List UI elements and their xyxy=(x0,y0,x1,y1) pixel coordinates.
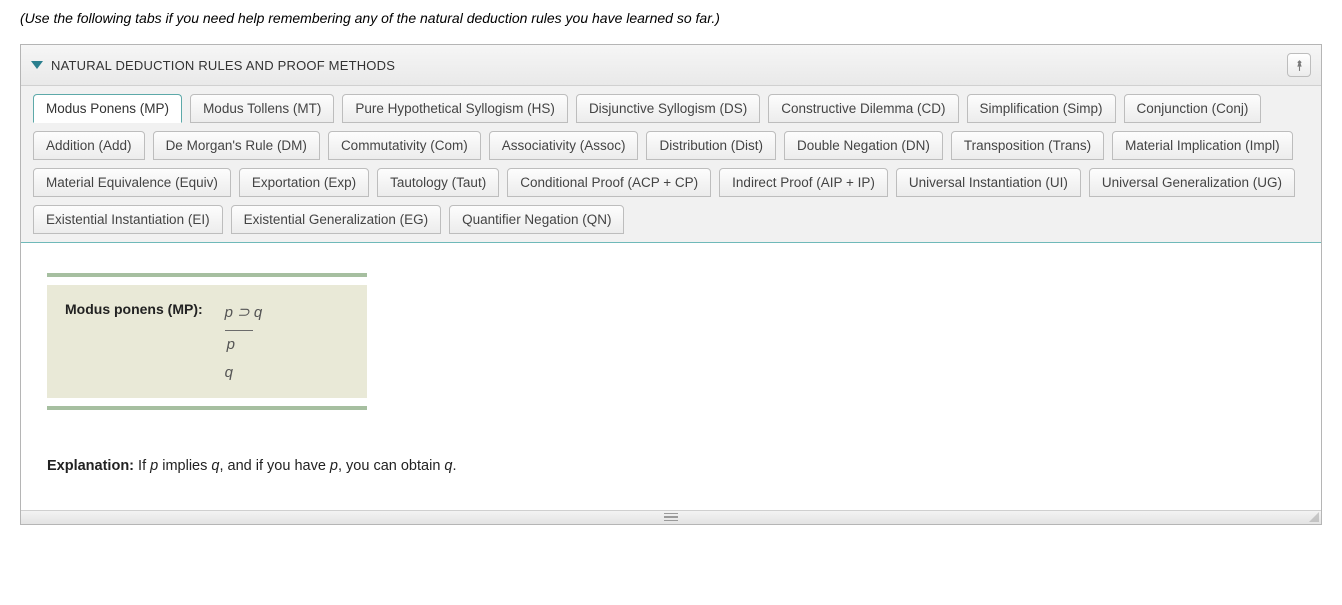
tab-content: Modus ponens (MP): p ⊃ q p q Explanation… xyxy=(21,243,1321,510)
tab-modus-ponens-mp-[interactable]: Modus Ponens (MP) xyxy=(33,94,182,123)
tab-simplification-simp-[interactable]: Simplification (Simp) xyxy=(967,94,1116,123)
tabs-row: Modus Ponens (MP) Modus Tollens (MT) Pure … xyxy=(33,94,1309,234)
rule-box: Modus ponens (MP): p ⊃ q p q xyxy=(47,285,367,398)
tab-conditional-proof-acp-cp-[interactable]: Conditional Proof (ACP + CP) xyxy=(507,168,711,197)
panel-title: NATURAL DEDUCTION RULES AND PROOF METHOD… xyxy=(51,58,395,73)
tab-modus-tollens-mt-[interactable]: Modus Tollens (MT) xyxy=(190,94,334,123)
tab-double-negation-dn-[interactable]: Double Negation (DN) xyxy=(784,131,943,160)
tab-commutativity-com-[interactable]: Commutativity (Com) xyxy=(328,131,481,160)
tab-conjunction-conj-[interactable]: Conjunction (Conj) xyxy=(1124,94,1262,123)
resize-grip-icon xyxy=(664,513,678,522)
explanation-t2: implies xyxy=(158,458,211,474)
tab-transposition-trans-[interactable]: Transposition (Trans) xyxy=(951,131,1104,160)
explanation-t3: , and if you have xyxy=(219,458,329,474)
tab-universal-instantiation-ui-[interactable]: Universal Instantiation (UI) xyxy=(896,168,1081,197)
rule-wrapper: Modus ponens (MP): p ⊃ q p q xyxy=(47,273,367,410)
tab-existential-generalization-eg-[interactable]: Existential Generalization (EG) xyxy=(231,205,442,234)
tab-universal-generalization-ug-[interactable]: Universal Generalization (UG) xyxy=(1089,168,1295,197)
tabs-area: Modus Ponens (MP) Modus Tollens (MT) Pure … xyxy=(21,86,1321,243)
panel-header: NATURAL DEDUCTION RULES AND PROOF METHOD… xyxy=(21,45,1321,86)
tab-quantifier-negation-qn-[interactable]: Quantifier Negation (QN) xyxy=(449,205,624,234)
instructions-text: (Use the following tabs if you need help… xyxy=(20,10,1322,26)
rule-name: Modus ponens (MP): xyxy=(65,299,203,317)
rule-conclusion: q xyxy=(225,359,263,388)
disclosure-triangle-icon[interactable] xyxy=(31,61,43,69)
tab-material-equivalence-equiv-[interactable]: Material Equivalence (Equiv) xyxy=(33,168,231,197)
explanation-var4: q xyxy=(444,458,452,474)
rules-panel: NATURAL DEDUCTION RULES AND PROOF METHOD… xyxy=(20,44,1322,525)
tab-addition-add-[interactable]: Addition (Add) xyxy=(33,131,145,160)
explanation-t5: . xyxy=(453,458,457,474)
resize-corner-icon xyxy=(1309,512,1319,522)
pin-icon xyxy=(1293,59,1306,72)
pin-button[interactable] xyxy=(1287,53,1311,77)
tab-tautology-taut-[interactable]: Tautology (Taut) xyxy=(377,168,499,197)
explanation-var1: p xyxy=(150,458,158,474)
tab-de-morgan-s-rule-dm-[interactable]: De Morgan's Rule (DM) xyxy=(153,131,320,160)
tab-existential-instantiation-ei-[interactable]: Existential Instantiation (EI) xyxy=(33,205,223,234)
resize-bar[interactable] xyxy=(21,510,1321,524)
tab-disjunctive-syllogism-ds-[interactable]: Disjunctive Syllogism (DS) xyxy=(576,94,760,123)
tab-associativity-assoc-[interactable]: Associativity (Assoc) xyxy=(489,131,639,160)
tab-constructive-dilemma-cd-[interactable]: Constructive Dilemma (CD) xyxy=(768,94,958,123)
tab-material-implication-impl-[interactable]: Material Implication (Impl) xyxy=(1112,131,1293,160)
tab-pure-hypothetical-syllogism-hs-[interactable]: Pure Hypothetical Syllogism (HS) xyxy=(342,94,568,123)
tab-indirect-proof-aip-ip-[interactable]: Indirect Proof (AIP + IP) xyxy=(719,168,888,197)
rule-premise-2: p xyxy=(225,330,253,360)
explanation-t1: If xyxy=(134,458,150,474)
explanation: Explanation: If p implies q , and if you … xyxy=(47,458,1295,474)
panel-header-left: NATURAL DEDUCTION RULES AND PROOF METHOD… xyxy=(31,58,395,73)
tab-distribution-dist-[interactable]: Distribution (Dist) xyxy=(646,131,776,160)
tab-exportation-exp-[interactable]: Exportation (Exp) xyxy=(239,168,369,197)
explanation-t4: , you can obtain xyxy=(338,458,444,474)
rule-premise-1: p ⊃ q xyxy=(225,299,263,328)
explanation-label: Explanation: xyxy=(47,458,134,474)
explanation-var3: p xyxy=(330,458,338,474)
rule-body: p ⊃ q p q xyxy=(225,299,263,388)
